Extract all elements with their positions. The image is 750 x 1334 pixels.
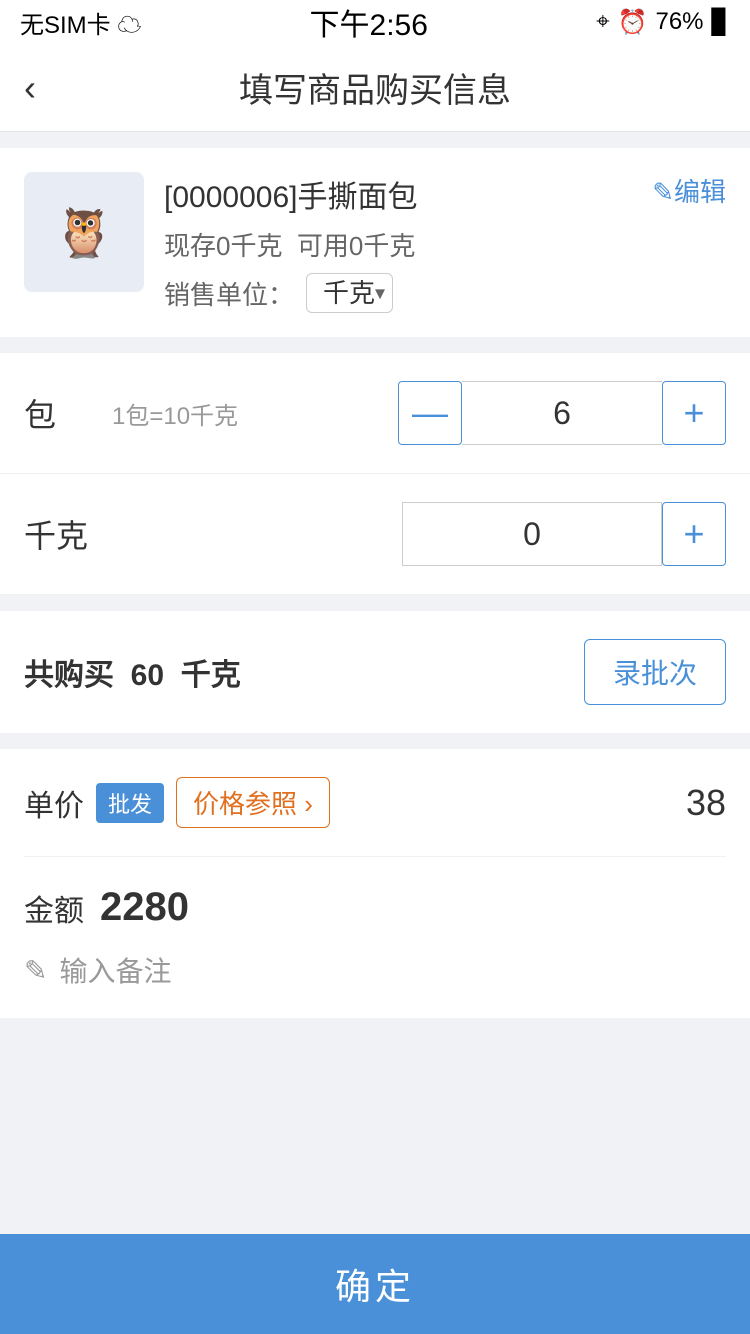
price-row: 单价 批发 价格参照 › 38 bbox=[24, 777, 726, 857]
product-info: [0000006]手撕面包 现存0千克 可用0千克 销售单位： 千克 bbox=[164, 172, 726, 313]
product-stock: 现存0千克 可用0千克 bbox=[164, 226, 726, 263]
kg-quantity-control: + bbox=[402, 502, 726, 566]
package-minus-button[interactable]: — bbox=[398, 381, 462, 445]
location-icon: ⌖ bbox=[596, 8, 610, 36]
kg-row: 千克 + bbox=[0, 474, 750, 595]
product-thumbnail: 🦉 bbox=[24, 172, 144, 292]
product-name: [0000006]手撕面包 bbox=[164, 172, 726, 216]
product-card: 🦉 [0000006]手撕面包 现存0千克 可用0千克 销售单位： 千克 ✎编辑 bbox=[0, 148, 750, 337]
alarm-icon: ⏰ bbox=[618, 8, 648, 37]
battery-icon: ▊ bbox=[712, 8, 730, 37]
kg-label: 千克 bbox=[24, 511, 104, 557]
price-value: 38 bbox=[686, 782, 726, 824]
package-input[interactable] bbox=[462, 381, 662, 445]
confirm-button[interactable]: 确定 bbox=[335, 1258, 415, 1310]
battery-label: 76% bbox=[655, 8, 703, 36]
amount-label: 金额 bbox=[24, 886, 84, 930]
edit-button[interactable]: ✎编辑 bbox=[652, 172, 726, 209]
status-time: 下午2:56 bbox=[310, 0, 428, 44]
package-hint: 1包=10千克 bbox=[112, 396, 398, 431]
package-plus-button[interactable]: + bbox=[662, 381, 726, 445]
note-placeholder[interactable]: 输入备注 bbox=[59, 950, 171, 990]
status-left: 无SIM卡 ☁ bbox=[20, 5, 141, 40]
price-section: 单价 批发 价格参照 › 38 bbox=[0, 749, 750, 857]
package-label: 包 bbox=[24, 390, 104, 436]
record-batch-button[interactable]: 录批次 bbox=[584, 639, 726, 705]
product-unit-row: 销售单位： 千克 bbox=[164, 273, 726, 313]
nav-title: 填写商品购买信息 bbox=[239, 63, 511, 112]
price-label: 单价 bbox=[24, 781, 84, 825]
kg-plus-button[interactable]: + bbox=[662, 502, 726, 566]
unit-select[interactable]: 千克 bbox=[306, 273, 393, 313]
note-row[interactable]: ✎ 输入备注 bbox=[24, 950, 726, 990]
amount-section: 金额 2280 ✎ 输入备注 bbox=[0, 857, 750, 1018]
confirm-bar[interactable]: 确定 bbox=[0, 1234, 750, 1334]
price-tag: 批发 bbox=[96, 783, 164, 823]
status-bar: 无SIM卡 ☁ 下午2:56 ⌖ ⏰ 76% ▊ bbox=[0, 0, 750, 44]
amount-value: 2280 bbox=[100, 885, 189, 930]
amount-row: 金额 2280 bbox=[24, 885, 726, 930]
package-quantity-control: — + bbox=[398, 381, 726, 445]
carrier-label: 无SIM卡 ☁ bbox=[20, 5, 141, 40]
total-label: 共购买 60 千克 bbox=[24, 650, 584, 694]
back-button[interactable]: ‹ bbox=[24, 67, 36, 109]
kg-input[interactable] bbox=[402, 502, 662, 566]
product-thumb-icon: 🦉 bbox=[54, 204, 114, 261]
quantity-section: 包 1包=10千克 — + 千克 + bbox=[0, 353, 750, 595]
status-right: ⌖ ⏰ 76% ▊ bbox=[596, 8, 730, 37]
package-row: 包 1包=10千克 — + bbox=[0, 353, 750, 474]
pencil-icon: ✎ bbox=[24, 954, 47, 987]
price-ref-button[interactable]: 价格参照 › bbox=[176, 777, 330, 828]
total-row: 共购买 60 千克 录批次 bbox=[0, 611, 750, 733]
unit-select-wrapper[interactable]: 千克 bbox=[306, 273, 393, 313]
nav-bar: ‹ 填写商品购买信息 bbox=[0, 44, 750, 132]
